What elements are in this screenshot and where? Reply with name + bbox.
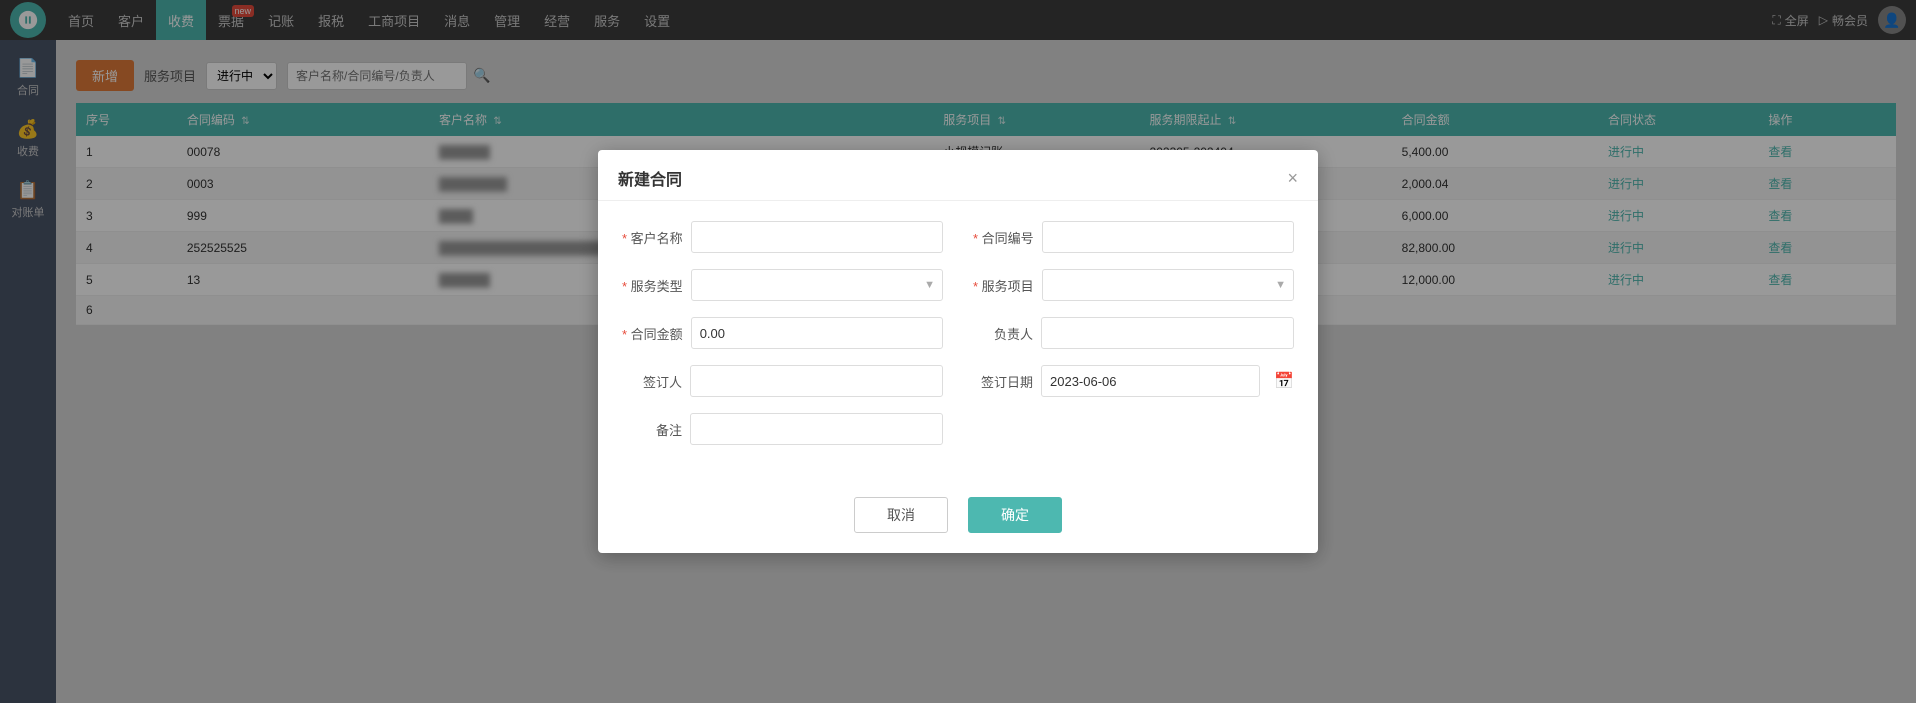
- calendar-icon[interactable]: 📅: [1274, 371, 1294, 391]
- cancel-button[interactable]: 取消: [854, 497, 948, 533]
- form-group-service-item: 服务项目 ▼: [973, 269, 1294, 301]
- input-remark[interactable]: [690, 413, 943, 445]
- form-group-placeholder: [973, 413, 1294, 445]
- form-group-remark: 备注: [622, 413, 943, 445]
- service-type-select-wrapper: ▼: [691, 269, 943, 301]
- form-group-sign-date: 签订日期 📅: [973, 365, 1294, 397]
- label-sign-date: 签订日期: [973, 372, 1033, 391]
- input-customer-name[interactable]: [691, 221, 943, 253]
- form-row-3: 合同金额 负责人: [622, 317, 1294, 349]
- form-row-2: 服务类型 ▼ 服务项目 ▼: [622, 269, 1294, 301]
- label-responsible: 负责人: [973, 324, 1033, 343]
- form-group-amount: 合同金额: [622, 317, 943, 349]
- form-group-signer: 签订人: [622, 365, 943, 397]
- modal-title: 新建合同: [618, 166, 682, 190]
- modal-overlay: 新建合同 × 客户名称 合同编号 服务类型: [0, 0, 1916, 703]
- form-row-4: 签订人 签订日期 📅: [622, 365, 1294, 397]
- label-signer: 签订人: [622, 372, 682, 391]
- input-sign-date[interactable]: [1041, 365, 1260, 397]
- service-item-select-wrapper: ▼: [1042, 269, 1294, 301]
- select-service-type[interactable]: [691, 269, 943, 301]
- form-group-customer-name: 客户名称: [622, 221, 943, 253]
- confirm-button[interactable]: 确定: [968, 497, 1062, 533]
- label-amount: 合同金额: [622, 324, 683, 343]
- modal-body: 客户名称 合同编号 服务类型 ▼ 服务项目: [598, 201, 1318, 481]
- form-row-1: 客户名称 合同编号: [622, 221, 1294, 253]
- label-service-type: 服务类型: [622, 276, 683, 295]
- modal-close-button[interactable]: ×: [1287, 169, 1298, 187]
- input-contract-no[interactable]: [1042, 221, 1294, 253]
- input-amount[interactable]: [691, 317, 943, 349]
- select-service-item[interactable]: [1042, 269, 1294, 301]
- form-group-service-type: 服务类型 ▼: [622, 269, 943, 301]
- input-responsible[interactable]: [1041, 317, 1294, 349]
- modal-footer: 取消 确定: [598, 481, 1318, 553]
- label-service-item: 服务项目: [973, 276, 1034, 295]
- form-group-responsible: 负责人: [973, 317, 1294, 349]
- form-group-contract-no: 合同编号: [973, 221, 1294, 253]
- modal-header: 新建合同 ×: [598, 150, 1318, 201]
- label-contract-no: 合同编号: [973, 228, 1034, 247]
- input-signer[interactable]: [690, 365, 943, 397]
- new-contract-modal: 新建合同 × 客户名称 合同编号 服务类型: [598, 150, 1318, 553]
- label-remark: 备注: [622, 420, 682, 439]
- form-row-5: 备注: [622, 413, 1294, 445]
- label-customer-name: 客户名称: [622, 228, 683, 247]
